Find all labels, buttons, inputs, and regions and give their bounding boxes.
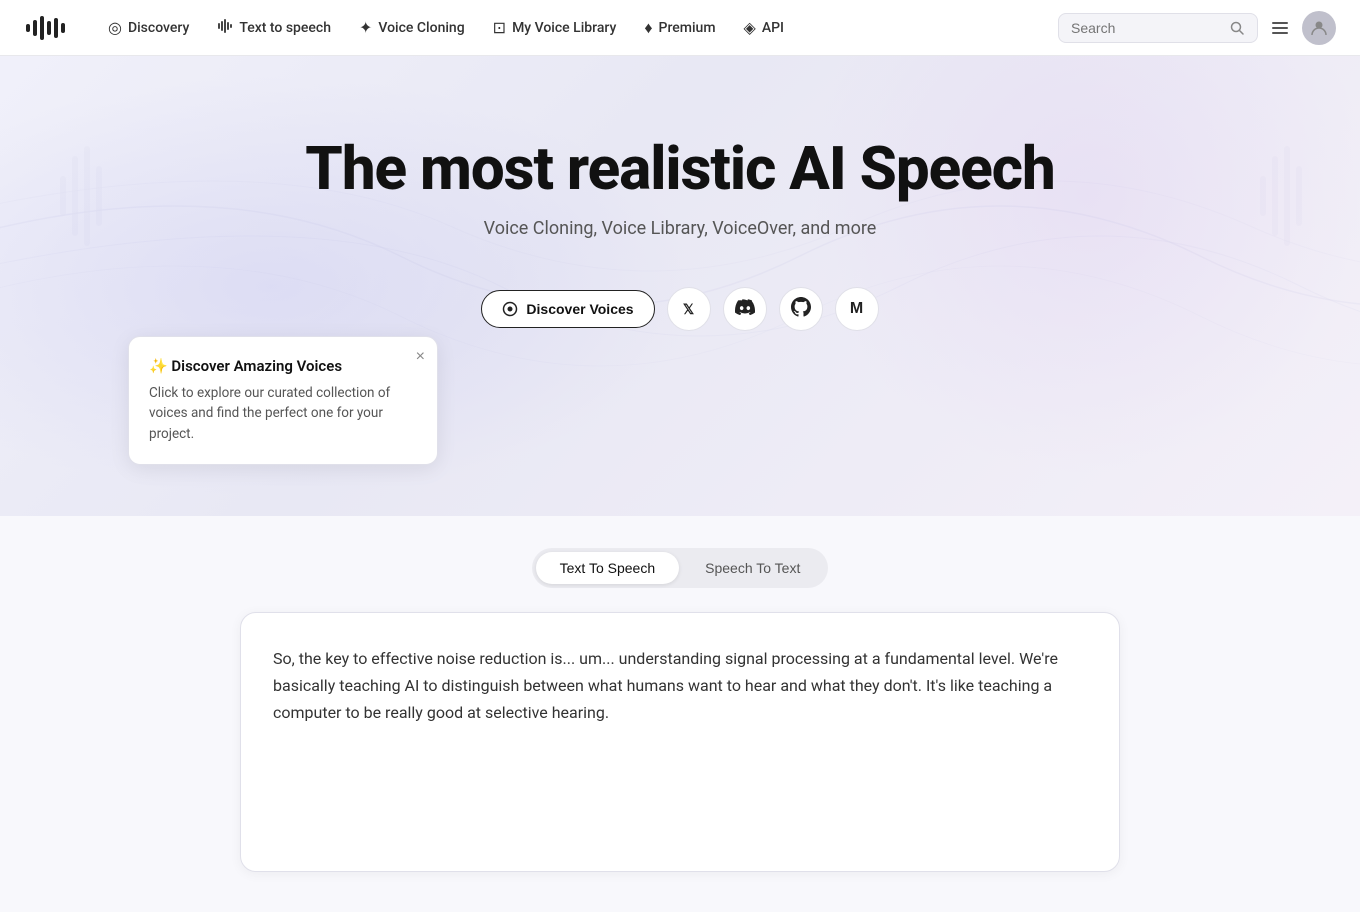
discord-icon (735, 299, 755, 320)
nav-right (1058, 11, 1336, 45)
tabs-group: Text To Speech Speech To Text (532, 548, 829, 588)
text-to-speech-icon (217, 18, 233, 38)
nav-item-discovery[interactable]: ◎ Discovery (96, 12, 201, 43)
textarea-section: So, the key to effective noise reduction… (0, 604, 1360, 912)
voice-library-icon: ⊡ (493, 18, 506, 37)
tab-speech-to-text[interactable]: Speech To Text (681, 552, 824, 584)
discovery-icon: ◎ (108, 18, 122, 37)
voice-cloning-icon: ✦ (359, 18, 372, 37)
github-button[interactable] (779, 287, 823, 331)
api-icon: ◈ (744, 18, 756, 37)
avatar[interactable] (1302, 11, 1336, 45)
tooltip-title: ✨ Discover Amazing Voices (149, 357, 417, 375)
twitter-button[interactable]: 𝕏 (667, 287, 711, 331)
tooltip-close-button[interactable]: × (416, 349, 425, 365)
discover-voices-button[interactable]: Discover Voices (481, 290, 654, 328)
menu-button[interactable] (1270, 18, 1290, 38)
nav-item-api[interactable]: ◈ API (732, 12, 797, 43)
textarea-content: So, the key to effective noise reduction… (273, 645, 1087, 727)
tooltip-body: Click to explore our curated collection … (149, 383, 417, 444)
navbar: ◎ Discovery Text to speech ✦ Voice Cloni… (0, 0, 1360, 56)
search-input[interactable] (1071, 20, 1221, 36)
github-icon (791, 297, 811, 322)
nav-items: ◎ Discovery Text to speech ✦ Voice Cloni… (96, 12, 1050, 44)
medium-button[interactable]: M (835, 287, 879, 331)
search-box[interactable] (1058, 13, 1258, 43)
premium-icon: ♦ (644, 18, 652, 38)
textarea-card[interactable]: So, the key to effective noise reduction… (240, 612, 1120, 872)
nav-item-my-voice-library[interactable]: ⊡ My Voice Library (481, 12, 629, 43)
nav-item-premium[interactable]: ♦ Premium (632, 12, 727, 44)
tooltip-card: × ✨ Discover Amazing Voices Click to exp… (128, 336, 438, 465)
hero-section: The most realistic AI Speech Voice Cloni… (0, 56, 1360, 516)
tab-text-to-speech[interactable]: Text To Speech (536, 552, 679, 584)
search-button[interactable] (1229, 20, 1245, 36)
twitter-icon: 𝕏 (683, 301, 694, 318)
nav-item-text-to-speech[interactable]: Text to speech (205, 12, 343, 44)
nav-item-voice-cloning[interactable]: ✦ Voice Cloning (347, 12, 477, 43)
logo[interactable] (24, 14, 72, 42)
medium-icon: M (850, 300, 863, 318)
hero-actions: Discover Voices 𝕏 M (24, 287, 1336, 331)
hero-subtitle: Voice Cloning, Voice Library, VoiceOver,… (24, 218, 1336, 239)
discord-button[interactable] (723, 287, 767, 331)
tabs-section: Text To Speech Speech To Text (0, 516, 1360, 604)
hero-title: The most realistic AI Speech (24, 136, 1336, 202)
